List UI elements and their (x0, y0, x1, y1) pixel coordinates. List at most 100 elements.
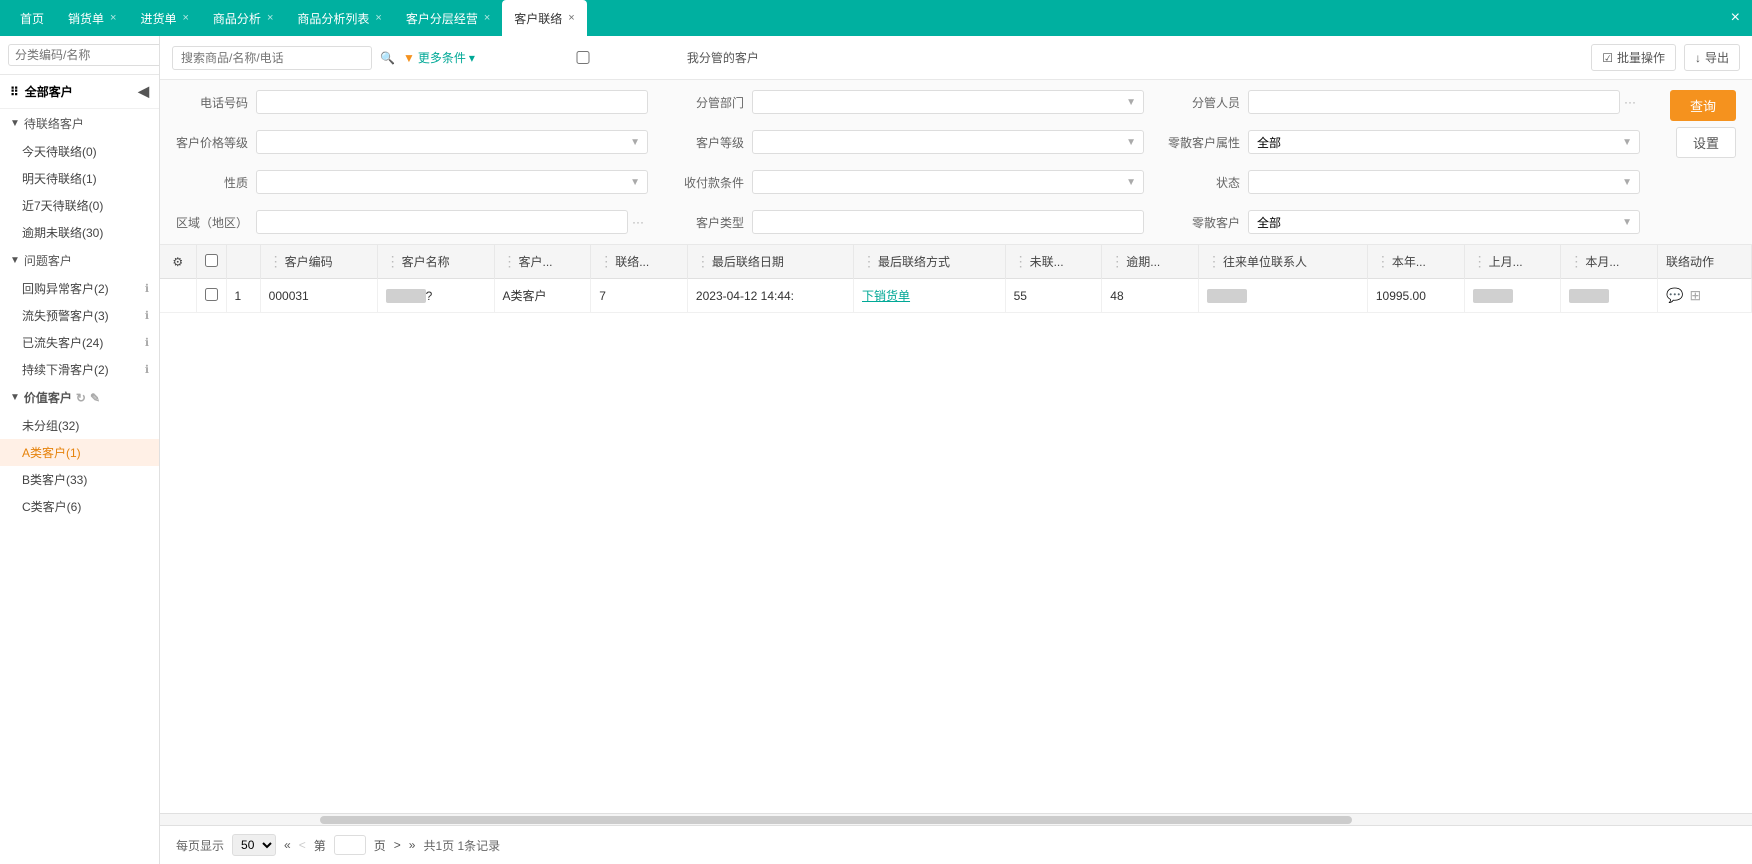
next-page-button[interactable]: > (394, 838, 401, 852)
sidebar-item-7days-pending[interactable]: 近7天待联络(0) (0, 192, 159, 219)
col-type[interactable]: 客户... (494, 245, 591, 279)
sidebar-item-class-c[interactable]: C类客户(6) (0, 493, 159, 520)
nav-purchase-order[interactable]: 进货单 × (128, 0, 200, 36)
sidebar-all-customers[interactable]: ⠿ 全部客户 ◀ (0, 75, 159, 109)
horizontal-scrollbar[interactable] (160, 813, 1752, 825)
retail-customer-input[interactable] (1248, 210, 1640, 234)
col-last-contact-way[interactable]: 最后联络方式 (854, 245, 1006, 279)
nav-customer-segment[interactable]: 客户分层经营 × (394, 0, 502, 36)
action-comment-icon[interactable]: 💬 (1666, 287, 1683, 304)
info-icon-1[interactable]: ℹ (145, 282, 149, 295)
sidebar-collapse-icon[interactable]: ◀ (138, 83, 149, 100)
close-sales-order-icon[interactable]: × (110, 12, 116, 24)
sidebar-group-problem[interactable]: ▼ 问题客户 (0, 246, 159, 275)
close-purchase-order-icon[interactable]: × (182, 12, 188, 24)
filter-search-icon[interactable]: 🔍 (380, 51, 395, 65)
sidebar-item-ungrouped[interactable]: 未分组(32) (0, 412, 159, 439)
sidebar-item-churned[interactable]: 已流失客户(24) ℹ (0, 329, 159, 356)
col-unit-contact[interactable]: 往来单位联系人 (1198, 245, 1367, 279)
sidebar-item-overdue-pending[interactable]: 逾期未联络(30) (0, 219, 159, 246)
sidebar-item-churn-warning[interactable]: 流失预警客户(3) ℹ (0, 302, 159, 329)
sidebar-item-tomorrow-pending[interactable]: 明天待联络(1) (0, 165, 159, 192)
col-settings[interactable]: ⚙ (160, 245, 196, 279)
nav-product-analysis-list[interactable]: 商品分析列表 × (285, 0, 393, 36)
scrollbar-thumb[interactable] (320, 816, 1352, 824)
close-product-analysis-list-icon[interactable]: × (375, 12, 381, 24)
col-this-month[interactable]: 本月... (1561, 245, 1658, 279)
col-contact[interactable]: 联络... (591, 245, 688, 279)
sidebar-item-class-a[interactable]: A类客户(1) (0, 439, 159, 466)
current-page-input[interactable]: 1 (334, 835, 366, 855)
col-unit-sort[interactable]: 往来单位联系人 (1207, 253, 1307, 270)
col-date-sort[interactable]: 最后联络日期 (696, 253, 784, 270)
col-uncontacted[interactable]: 未联... (1005, 245, 1102, 279)
my-customers-checkbox[interactable]: 我分管的客户 (483, 49, 759, 66)
customer-type-input[interactable] (752, 210, 1144, 234)
manager-more-icon[interactable]: ··· (1620, 95, 1640, 109)
col-overdue-sort[interactable]: 逾期... (1110, 253, 1160, 270)
query-button[interactable]: 查询 (1670, 90, 1736, 121)
page-size-select[interactable]: 50 (232, 834, 276, 856)
col-contact-sort[interactable]: 联络... (599, 253, 649, 270)
sidebar-item-class-b[interactable]: B类客户(33) (0, 466, 159, 493)
col-last-month[interactable]: 上月... (1464, 245, 1561, 279)
col-this-year-sort[interactable]: 本年... (1376, 253, 1426, 270)
action-grid-icon[interactable]: ⊞ (1689, 287, 1701, 304)
price-level-input[interactable] (256, 130, 648, 154)
info-icon-2[interactable]: ℹ (145, 309, 149, 322)
last-contact-way-link[interactable]: 下销货单 (862, 289, 910, 303)
last-page-button[interactable]: » (409, 838, 416, 852)
col-uncontacted-sort[interactable]: 未联... (1014, 253, 1064, 270)
nav-product-analysis[interactable]: 商品分析 × (201, 0, 285, 36)
value-edit-icon[interactable]: ✎ (90, 391, 100, 405)
setting-button[interactable]: 设置 (1676, 127, 1736, 158)
nature-input[interactable] (256, 170, 648, 194)
payment-input[interactable] (752, 170, 1144, 194)
sidebar-group-value[interactable]: ▼ 价值客户 ↻ ✎ (0, 383, 159, 412)
region-more-icon[interactable]: ··· (628, 215, 648, 229)
export-button[interactable]: ↓ 导出 (1684, 44, 1740, 71)
col-this-year[interactable]: 本年... (1367, 245, 1464, 279)
close-product-analysis-icon[interactable]: × (267, 12, 273, 24)
col-name-sort[interactable]: 客户名称 (386, 253, 450, 270)
first-page-button[interactable]: « (284, 838, 291, 852)
col-type-sort[interactable]: 客户... (503, 253, 553, 270)
row-checkbox[interactable] (205, 288, 218, 301)
my-customers-check[interactable] (483, 51, 683, 64)
prev-page-button[interactable]: < (299, 838, 306, 852)
col-last-contact-date[interactable]: 最后联络日期 (687, 245, 853, 279)
sidebar-item-declining[interactable]: 持续下滑客户(2) ℹ (0, 356, 159, 383)
sidebar-group-pending[interactable]: ▼ 待联络客户 (0, 109, 159, 138)
col-way-sort[interactable]: 最后联络方式 (862, 253, 950, 270)
col-code-sort[interactable]: 客户编码 (269, 253, 333, 270)
more-filters-button[interactable]: ▼ 更多条件 ▾ (403, 49, 475, 66)
sidebar-item-abnormal-repurchase[interactable]: 回购异常客户(2) ℹ (0, 275, 159, 302)
nav-customer-contact[interactable]: 客户联络 × (502, 0, 586, 36)
value-refresh-icon[interactable]: ↻ (76, 391, 86, 405)
batch-operation-button[interactable]: ☑ 批量操作 (1591, 44, 1676, 71)
info-icon-4[interactable]: ℹ (145, 363, 149, 376)
info-icon-3[interactable]: ℹ (145, 336, 149, 349)
customer-level-input[interactable] (752, 130, 1144, 154)
nav-home[interactable]: 首页 (8, 0, 56, 36)
manager-input[interactable] (1248, 90, 1620, 114)
select-all-checkbox[interactable] (205, 254, 218, 267)
search-input[interactable] (172, 46, 372, 70)
close-customer-contact-icon[interactable]: × (568, 12, 574, 24)
status-input[interactable] (1248, 170, 1640, 194)
phone-input[interactable] (256, 90, 648, 114)
nav-sales-order[interactable]: 销货单 × (56, 0, 128, 36)
col-this-month-sort[interactable]: 本月... (1569, 253, 1619, 270)
col-last-month-sort[interactable]: 上月... (1473, 253, 1523, 270)
dept-input[interactable] (752, 90, 1144, 114)
close-window-icon[interactable]: × (1731, 9, 1740, 27)
col-overdue[interactable]: 逾期... (1102, 245, 1199, 279)
col-name[interactable]: 客户名称 (377, 245, 494, 279)
sidebar-search-area: 🔍 (0, 36, 159, 75)
retail-attr-input[interactable] (1248, 130, 1640, 154)
col-code[interactable]: 客户编码 (260, 245, 377, 279)
close-customer-segment-icon[interactable]: × (484, 12, 490, 24)
sidebar-search-input[interactable] (8, 44, 160, 66)
region-input[interactable] (256, 210, 628, 234)
sidebar-item-today-pending[interactable]: 今天待联络(0) (0, 138, 159, 165)
